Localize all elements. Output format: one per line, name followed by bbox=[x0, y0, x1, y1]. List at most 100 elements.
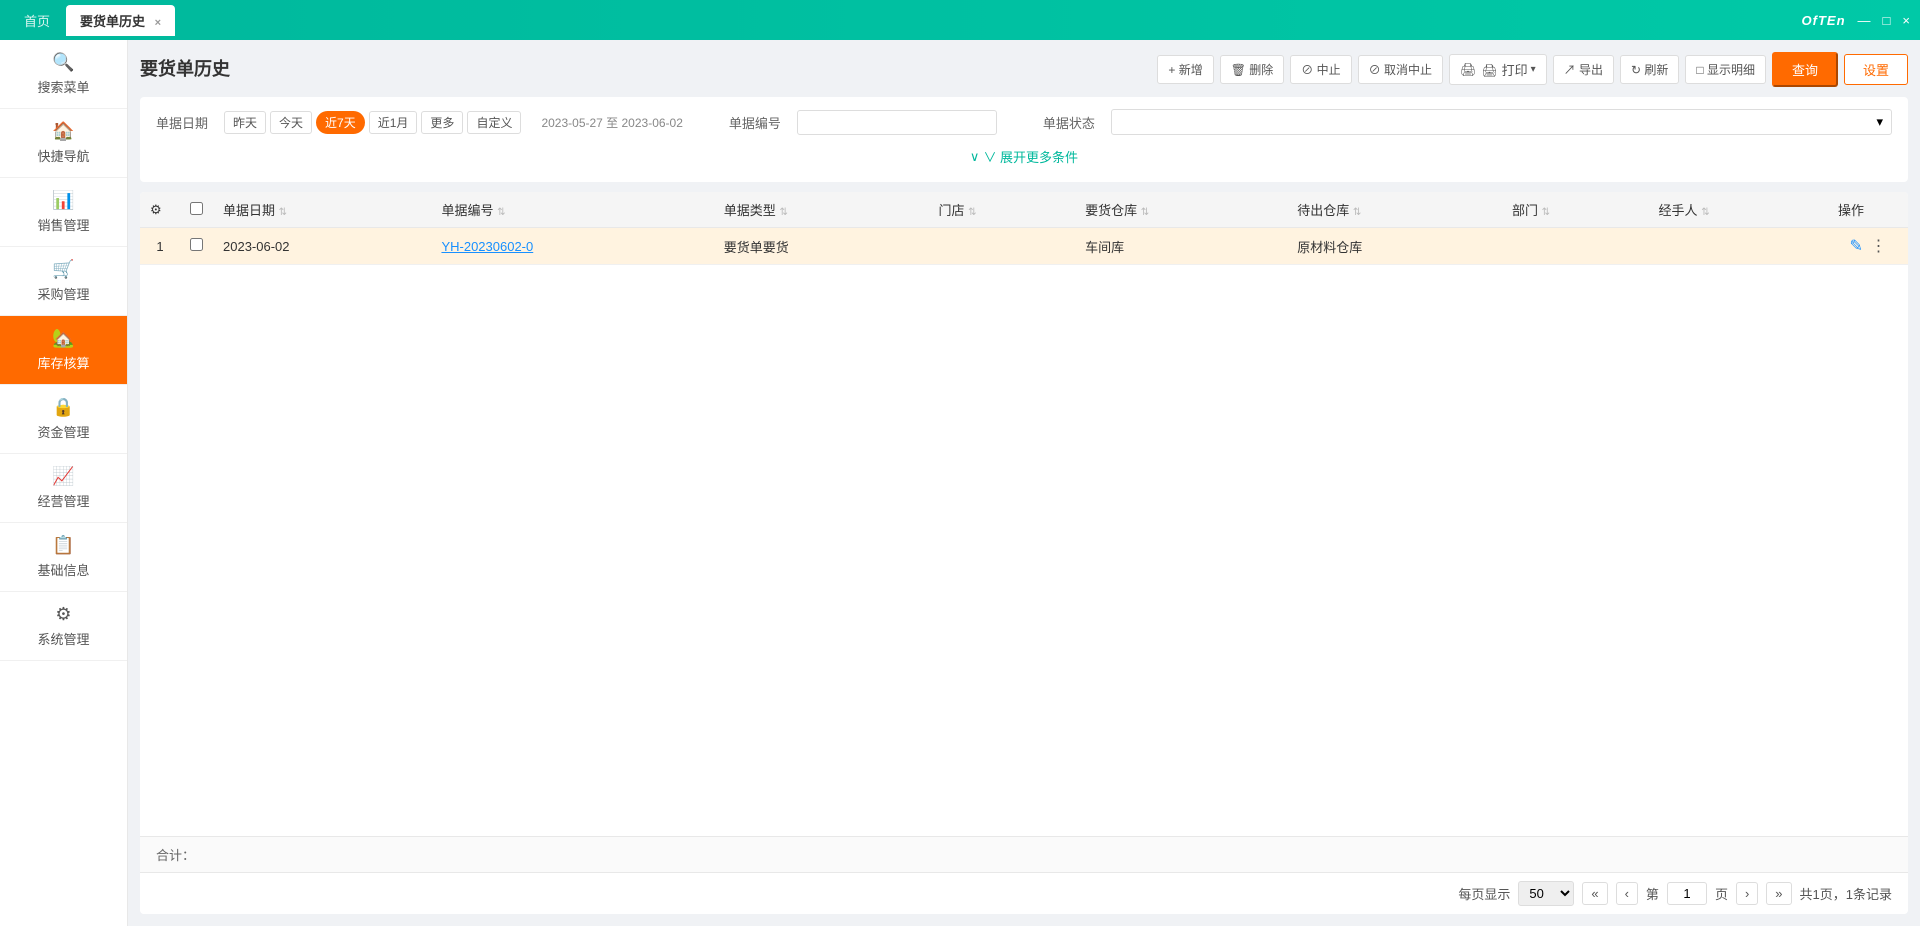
status-filter-label: 单据状态 bbox=[1043, 113, 1095, 132]
date-btn-7days[interactable]: 近7天 bbox=[316, 111, 365, 134]
query-button[interactable]: 查询 bbox=[1772, 52, 1838, 87]
delete-button[interactable]: 🗑 删除 bbox=[1220, 55, 1285, 84]
header-toolbar: + 新增 🗑 删除 ⊘ 中止 ⊘ 取消中止 🖨 🖨 打印 ▾ ↗ 导出 ↻ 刷新… bbox=[1157, 52, 1908, 87]
cell-checkbox[interactable] bbox=[180, 228, 213, 265]
page-size-label: 每页显示 bbox=[1458, 884, 1510, 903]
tab-history[interactable]: 要货单历史 × bbox=[66, 5, 175, 36]
minimize-btn[interactable]: — bbox=[1858, 13, 1871, 28]
tab-bar: 首页 要货单历史 × bbox=[10, 5, 1802, 36]
col-docdate: 单据日期 ⇅ bbox=[213, 192, 431, 228]
cell-dept bbox=[1502, 228, 1649, 265]
table-body: 1 2023-06-02 YH-20230602-0 要货单要货 车间库 原材料… bbox=[140, 228, 1908, 265]
operations-icon: 📈 bbox=[52, 466, 74, 487]
col-doctype: 单据类型 ⇅ bbox=[714, 192, 929, 228]
close-btn[interactable]: × bbox=[1902, 13, 1910, 28]
table-scroll[interactable]: ⚙ 单据日期 ⇅ 单据编号 ⇅ bbox=[140, 192, 1908, 836]
status-select[interactable]: ▾ bbox=[1111, 109, 1892, 135]
expand-icon: ∨ bbox=[970, 149, 980, 165]
table-header-row: ⚙ 单据日期 ⇅ 单据编号 ⇅ bbox=[140, 192, 1908, 228]
sort-docdate-icon[interactable]: ⇅ bbox=[279, 207, 287, 218]
edit-action-icon[interactable]: ✎ bbox=[1849, 238, 1862, 255]
search-menu-icon: 🔍 bbox=[52, 52, 74, 73]
col-settings[interactable]: ⚙ bbox=[140, 192, 180, 228]
date-btn-yesterday[interactable]: 昨天 bbox=[224, 111, 266, 134]
export-button[interactable]: ↗ 导出 bbox=[1553, 55, 1614, 84]
next-page-button[interactable]: › bbox=[1736, 882, 1758, 905]
row-checkbox[interactable] bbox=[190, 238, 203, 251]
expand-label: ∨ 展开更多条件 bbox=[983, 147, 1078, 166]
cell-docno[interactable]: YH-20230602-0 bbox=[431, 228, 713, 265]
sidebar-item-basic-label: 基础信息 bbox=[37, 560, 89, 579]
data-table: ⚙ 单据日期 ⇅ 单据编号 ⇅ bbox=[140, 192, 1908, 265]
date-btn-more[interactable]: 更多 bbox=[421, 111, 463, 134]
sort-waitwarehouse-icon[interactable]: ⇅ bbox=[1353, 207, 1361, 218]
purchase-icon: 🛒 bbox=[52, 259, 74, 280]
print-icon: 🖨 bbox=[1460, 62, 1477, 78]
sidebar-item-finance[interactable]: 🔒 资金管理 bbox=[0, 385, 127, 454]
sidebar-item-finance-label: 资金管理 bbox=[37, 422, 89, 441]
more-action-icon[interactable]: ⋮ bbox=[1871, 238, 1887, 255]
col-store: 门店 ⇅ bbox=[929, 192, 1076, 228]
tab-history-label: 要货单历史 bbox=[80, 14, 145, 29]
brand-label: OfTEn bbox=[1802, 13, 1846, 28]
date-btn-custom[interactable]: 自定义 bbox=[467, 111, 521, 134]
sidebar-item-operations[interactable]: 📈 经营管理 bbox=[0, 454, 127, 523]
last-page-button[interactable]: » bbox=[1766, 882, 1791, 905]
settings-button[interactable]: 设置 bbox=[1844, 54, 1908, 85]
refresh-button[interactable]: ↻ 刷新 bbox=[1620, 55, 1679, 84]
col-dept: 部门 ⇅ bbox=[1502, 192, 1649, 228]
print-dropdown-icon: ▾ bbox=[1531, 64, 1536, 75]
first-page-button[interactable]: « bbox=[1582, 882, 1607, 905]
sort-store-icon[interactable]: ⇅ bbox=[968, 207, 976, 218]
summary-row: 合计： bbox=[140, 836, 1908, 872]
col-reqwarehouse: 要货仓库 ⇅ bbox=[1075, 192, 1287, 228]
system-icon: ⚙ bbox=[55, 604, 71, 625]
current-page-input[interactable] bbox=[1667, 882, 1707, 905]
sidebar-item-quick-nav[interactable]: 🏠 快捷导航 bbox=[0, 109, 127, 178]
filter-expand-row: ∨ ∨ 展开更多条件 bbox=[156, 143, 1892, 170]
date-btn-today[interactable]: 今天 bbox=[270, 111, 312, 134]
cell-docdate: 2023-06-02 bbox=[213, 228, 431, 265]
sidebar-item-search-menu[interactable]: 🔍 搜索菜单 bbox=[0, 40, 127, 109]
sidebar-item-purchase-label: 采购管理 bbox=[37, 284, 89, 303]
sidebar-item-inventory[interactable]: 🏡 库存核算 bbox=[0, 316, 127, 385]
maximize-btn[interactable]: □ bbox=[1883, 13, 1891, 28]
cancel-stop-button[interactable]: ⊘ 取消中止 bbox=[1358, 55, 1443, 84]
col-handler: 经手人 ⇅ bbox=[1649, 192, 1828, 228]
cell-index: 1 bbox=[140, 228, 180, 265]
col-docno: 单据编号 ⇅ bbox=[431, 192, 713, 228]
sidebar-item-system[interactable]: ⚙ 系统管理 bbox=[0, 592, 127, 661]
show-detail-button[interactable]: □ 显示明细 bbox=[1685, 55, 1766, 84]
sort-dept-icon[interactable]: ⇅ bbox=[1542, 207, 1550, 218]
sort-reqwarehouse-icon[interactable]: ⇅ bbox=[1141, 207, 1149, 218]
inventory-icon: 🏡 bbox=[52, 328, 74, 349]
select-all-checkbox[interactable] bbox=[190, 202, 203, 215]
date-btn-1month[interactable]: 近1月 bbox=[369, 111, 418, 134]
sidebar-item-basic[interactable]: 📋 基础信息 bbox=[0, 523, 127, 592]
docno-input[interactable] bbox=[797, 110, 997, 135]
sidebar-item-sales[interactable]: 📊 销售管理 bbox=[0, 178, 127, 247]
print-button[interactable]: 🖨 🖨 打印 ▾ bbox=[1449, 54, 1547, 85]
tab-close-icon[interactable]: × bbox=[155, 17, 161, 29]
new-button[interactable]: + 新增 bbox=[1157, 55, 1213, 84]
date-filter-label: 单据日期 bbox=[156, 113, 208, 132]
data-table-wrap: ⚙ 单据日期 ⇅ 单据编号 ⇅ bbox=[140, 192, 1908, 914]
sort-docno-icon[interactable]: ⇅ bbox=[497, 207, 505, 218]
window-controls: OfTEn — □ × bbox=[1802, 13, 1910, 28]
sidebar-item-purchase[interactable]: 🛒 采购管理 bbox=[0, 247, 127, 316]
expand-conditions-button[interactable]: ∨ ∨ 展开更多条件 bbox=[962, 143, 1086, 170]
sort-doctype-icon[interactable]: ⇅ bbox=[779, 207, 787, 218]
pagination-bar: 每页显示 10 20 50 100 « ‹ 第 页 › » 共1页，1条记录 bbox=[140, 872, 1908, 914]
docno-filter-label: 单据编号 bbox=[729, 113, 781, 132]
sidebar-item-search-menu-label: 搜索菜单 bbox=[37, 77, 89, 96]
date-buttons: 昨天 今天 近7天 近1月 更多 自定义 bbox=[224, 111, 521, 134]
stop-button[interactable]: ⊘ 中止 bbox=[1290, 55, 1351, 84]
tab-home[interactable]: 首页 bbox=[10, 5, 64, 36]
filter-area: 单据日期 昨天 今天 近7天 近1月 更多 自定义 2023-05-27 至 2… bbox=[140, 97, 1908, 182]
sort-handler-icon[interactable]: ⇅ bbox=[1701, 207, 1709, 218]
prev-page-button[interactable]: ‹ bbox=[1616, 882, 1638, 905]
sidebar-item-system-label: 系统管理 bbox=[37, 629, 89, 648]
col-checkbox[interactable] bbox=[180, 192, 213, 228]
page-size-select[interactable]: 10 20 50 100 bbox=[1518, 881, 1574, 906]
cell-waitwarehouse: 原材料仓库 bbox=[1287, 228, 1502, 265]
